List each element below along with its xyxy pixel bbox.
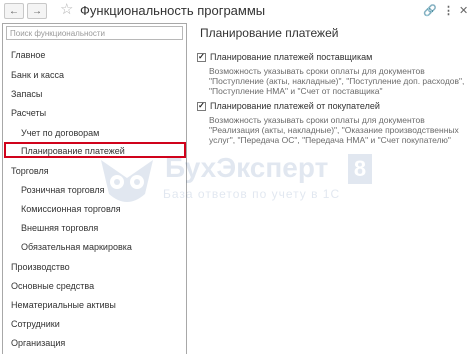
sidebar: Главное Банк и касса Запасы Расчеты Учет…	[2, 23, 187, 354]
forward-button[interactable]: →	[27, 3, 47, 19]
sidebar-item-contracts[interactable]: Учет по договорам	[3, 125, 186, 141]
sidebar-item-bank[interactable]: Банк и касса	[3, 67, 186, 83]
sidebar-item-payment-planning[interactable]: Планирование платежей	[4, 142, 186, 158]
sidebar-item-foreign-trade[interactable]: Внешняя торговля	[3, 220, 186, 236]
title-bar: ← → ☆ Функциональность программы 🔗 ⋮ ✕	[0, 0, 474, 22]
sidebar-item-marking[interactable]: Обязательная маркировка	[3, 239, 186, 255]
more-icon[interactable]: ⋮	[443, 4, 454, 18]
customer-payment-planning-label: Планирование платежей от покупателей	[210, 101, 380, 111]
sidebar-item-settlements[interactable]: Расчеты	[3, 105, 186, 121]
checkmark-icon: ✓	[198, 52, 205, 61]
sidebar-item-production[interactable]: Производство	[3, 259, 186, 275]
search-input[interactable]	[7, 27, 182, 39]
close-icon[interactable]: ✕	[459, 4, 468, 18]
watermark-number: 8	[348, 154, 372, 184]
sidebar-item-trade[interactable]: Торговля	[3, 163, 186, 179]
section-title: Планирование платежей	[200, 26, 339, 40]
watermark-tagline: База ответов по учету в 1С	[163, 187, 341, 201]
customer-description-line-3: услуг", "Передача ОС", "Передача НМА" и …	[209, 135, 451, 145]
checkmark-icon: ✓	[198, 101, 205, 110]
supplier-description-line-2: "Поступление (акты, накладные)", "Поступ…	[209, 76, 465, 86]
sidebar-item-retail[interactable]: Розничная торговля	[3, 182, 186, 198]
search-field[interactable]	[6, 26, 183, 40]
supplier-description-line-1: Возможность указывать сроки оплаты для д…	[209, 66, 425, 76]
star-icon[interactable]: ☆	[60, 2, 73, 18]
customer-payment-planning-checkbox[interactable]: ✓	[197, 101, 206, 111]
customer-description-line-2: "Реализация (акты, накладные)", "Оказани…	[209, 125, 459, 135]
link-icon[interactable]: 🔗	[423, 4, 437, 18]
sidebar-item-organization[interactable]: Организация	[3, 335, 186, 351]
supplier-payment-planning-option[interactable]: ✓ Планирование платежей поставщикам	[197, 52, 372, 62]
arrow-right-icon: →	[32, 5, 42, 17]
sidebar-item-main[interactable]: Главное	[3, 47, 186, 63]
sidebar-item-fixed-assets[interactable]: Основные средства	[3, 278, 186, 294]
sidebar-item-employees[interactable]: Сотрудники	[3, 316, 186, 332]
customer-payment-planning-option[interactable]: ✓ Планирование платежей от покупателей	[197, 101, 380, 111]
sidebar-item-intangibles[interactable]: Нематериальные активы	[3, 297, 186, 313]
window-title: Функциональность программы	[80, 3, 266, 18]
arrow-left-icon: ←	[9, 5, 19, 17]
watermark-brand: БухЭксперт	[165, 152, 329, 183]
back-button[interactable]: ←	[4, 3, 24, 19]
supplier-description-line-3: "Поступление НМА" и "Счет от поставщика"	[209, 86, 383, 96]
sidebar-item-inventory[interactable]: Запасы	[3, 86, 186, 102]
supplier-payment-planning-checkbox[interactable]: ✓	[197, 52, 206, 62]
supplier-payment-planning-label: Планирование платежей поставщикам	[210, 52, 373, 62]
customer-description-line-1: Возможность указывать сроки оплаты для д…	[209, 115, 425, 125]
sidebar-item-commission[interactable]: Комиссионная торговля	[3, 201, 186, 217]
